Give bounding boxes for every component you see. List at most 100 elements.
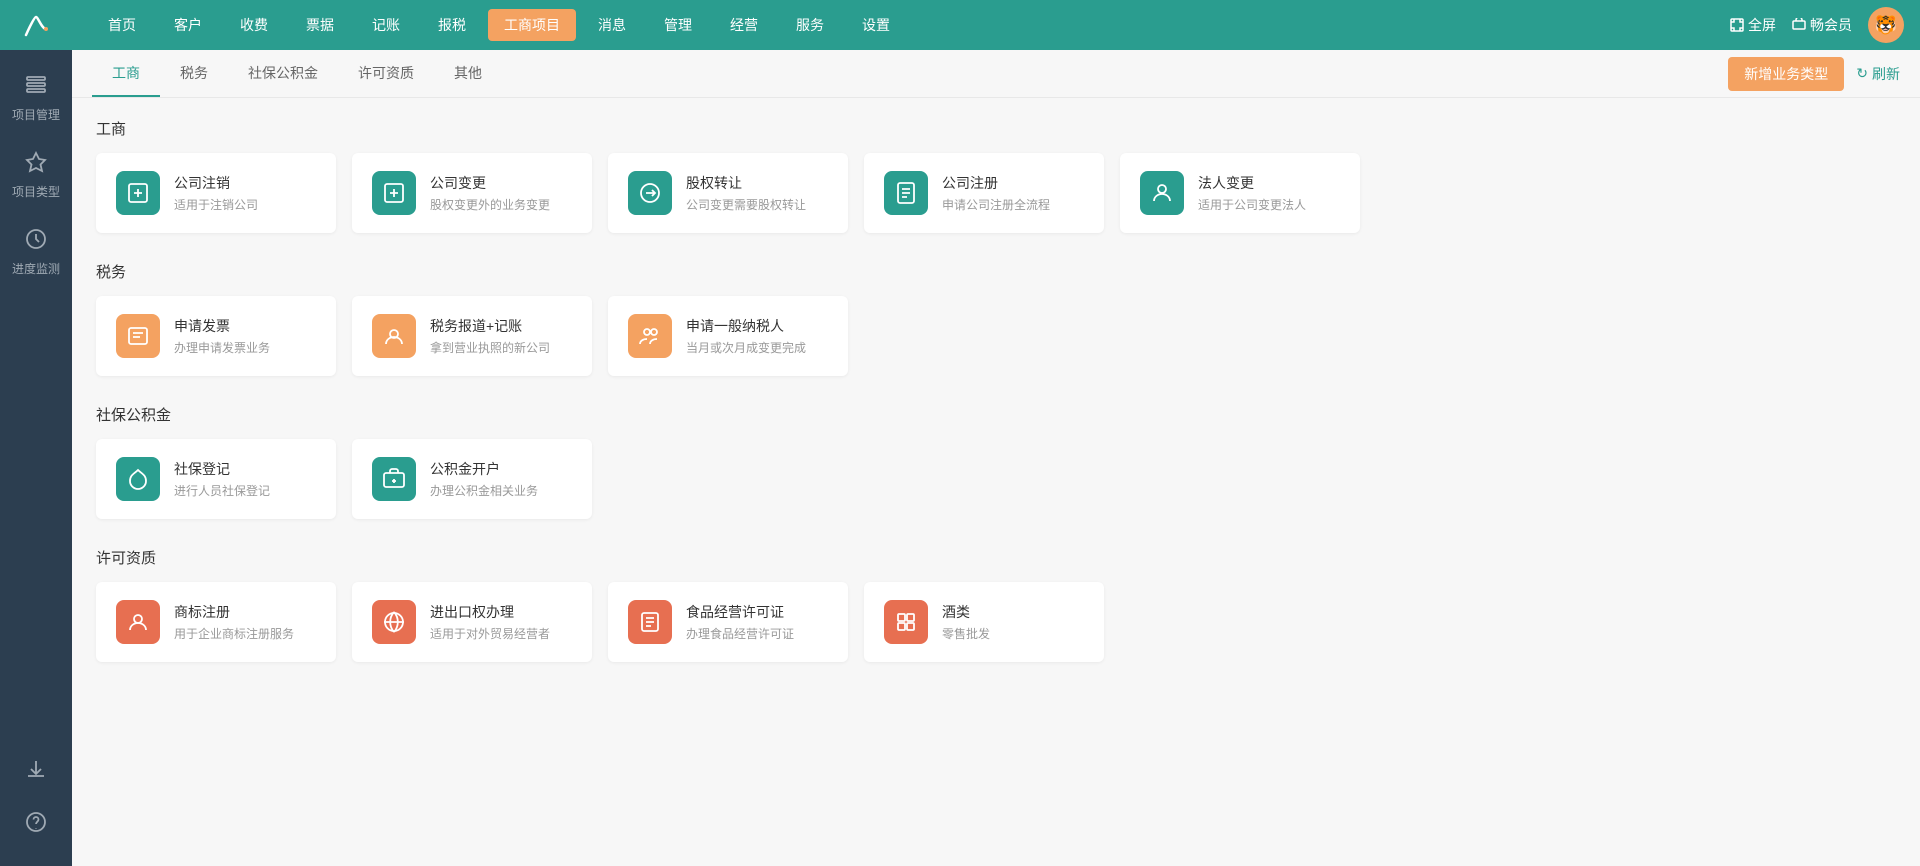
nav-message[interactable]: 消息 <box>582 9 642 41</box>
card-desc-apply-invoice: 办理申请发票业务 <box>174 339 270 356</box>
new-type-button[interactable]: 新增业务类型 <box>1728 57 1844 91</box>
sidebar-bottom <box>0 744 72 866</box>
nav-home[interactable]: 首页 <box>92 9 152 41</box>
card-tax-report[interactable]: 税务报道+记账 拿到营业执照的新公司 <box>352 296 592 376</box>
card-trademark[interactable]: 商标注册 用于企业商标注册服务 <box>96 582 336 662</box>
refresh-icon: ↻ <box>1856 65 1868 82</box>
download-icon <box>25 758 47 783</box>
user-avatar[interactable]: 🐯 <box>1868 7 1904 43</box>
tab-other[interactable]: 其他 <box>434 51 502 97</box>
card-legal-change[interactable]: 法人变更 适用于公司变更法人 <box>1120 153 1360 233</box>
sidebar-help[interactable] <box>0 797 72 850</box>
card-icon-liquor <box>884 600 928 644</box>
section-title-shebao: 社保公积金 <box>96 404 1896 425</box>
card-text-food-license: 食品经营许可证 办理食品经营许可证 <box>686 602 794 642</box>
card-text-provident-fund: 公积金开户 办理公积金相关业务 <box>430 459 538 499</box>
card-company-cancel[interactable]: 公司注销 适用于注销公司 <box>96 153 336 233</box>
card-general-taxpayer[interactable]: 申请一般纳税人 当月或次月成变更完成 <box>608 296 848 376</box>
card-import-export[interactable]: 进出口权办理 适用于对外贸易经营者 <box>352 582 592 662</box>
card-title-company-change: 公司变更 <box>430 173 550 193</box>
card-text-legal-change: 法人变更 适用于公司变更法人 <box>1198 173 1306 213</box>
nav-accounting[interactable]: 记账 <box>356 9 416 41</box>
fullscreen-button[interactable]: 全屏 <box>1730 15 1776 35</box>
top-right-actions: 全屏 畅会员 🐯 <box>1730 7 1904 43</box>
progress-icon <box>25 228 47 256</box>
content-area: 工商 税务 社保公积金 许可资质 其他 新增业务类型 ↻ 刷新 工商 <box>72 50 1920 866</box>
card-desc-legal-change: 适用于公司变更法人 <box>1198 196 1306 213</box>
card-desc-company-cancel: 适用于注销公司 <box>174 196 258 213</box>
nav-business[interactable]: 工商项目 <box>488 9 576 41</box>
card-liquor[interactable]: 酒类 零售批发 <box>864 582 1104 662</box>
project-manage-icon <box>25 74 47 102</box>
section-xuke: 许可资质 商标注册 用于企业商标注册服务 <box>96 547 1896 662</box>
card-desc-import-export: 适用于对外贸易经营者 <box>430 625 550 642</box>
card-desc-equity-transfer: 公司变更需要股权转让 <box>686 196 806 213</box>
card-icon-company-register <box>884 171 928 215</box>
sidebar-item-progress[interactable]: 进度监测 <box>0 214 72 291</box>
card-equity-transfer[interactable]: 股权转让 公司变更需要股权转让 <box>608 153 848 233</box>
sidebar-download[interactable] <box>0 744 72 797</box>
member-button[interactable]: 畅会员 <box>1792 15 1852 35</box>
card-text-tax-report: 税务报道+记账 拿到营业执照的新公司 <box>430 316 550 356</box>
tab-gongshang[interactable]: 工商 <box>92 51 160 97</box>
card-desc-tax-report: 拿到营业执照的新公司 <box>430 339 550 356</box>
cards-grid-shebao: 社保登记 进行人员社保登记 公积金开户 办理公积金相关业务 <box>96 439 1896 519</box>
sidebar-label-project-type: 项目类型 <box>12 183 60 200</box>
card-icon-trademark <box>116 600 160 644</box>
card-text-trademark: 商标注册 用于企业商标注册服务 <box>174 602 294 642</box>
section-shebao: 社保公积金 社保登记 进行人员社保登记 <box>96 404 1896 519</box>
refresh-button[interactable]: ↻ 刷新 <box>1856 64 1900 84</box>
nav-ticket[interactable]: 票据 <box>290 9 350 41</box>
tab-shebao[interactable]: 社保公积金 <box>228 51 338 97</box>
card-icon-general-taxpayer <box>628 314 672 358</box>
card-desc-general-taxpayer: 当月或次月成变更完成 <box>686 339 806 356</box>
card-title-food-license: 食品经营许可证 <box>686 602 794 622</box>
card-icon-equity-transfer <box>628 171 672 215</box>
card-social-insurance[interactable]: 社保登记 进行人员社保登记 <box>96 439 336 519</box>
nav-manage[interactable]: 管理 <box>648 9 708 41</box>
nav-customer[interactable]: 客户 <box>158 9 218 41</box>
card-desc-social-insurance: 进行人员社保登记 <box>174 482 270 499</box>
section-gongshang: 工商 公司注销 适用于注销公司 <box>96 118 1896 233</box>
section-title-xuke: 许可资质 <box>96 547 1896 568</box>
card-desc-trademark: 用于企业商标注册服务 <box>174 625 294 642</box>
card-icon-legal-change <box>1140 171 1184 215</box>
card-title-import-export: 进出口权办理 <box>430 602 550 622</box>
card-title-equity-transfer: 股权转让 <box>686 173 806 193</box>
tabs-actions: 新增业务类型 ↻ 刷新 <box>1728 57 1900 91</box>
card-text-import-export: 进出口权办理 适用于对外贸易经营者 <box>430 602 550 642</box>
card-company-register[interactable]: 公司注册 申请公司注册全流程 <box>864 153 1104 233</box>
tab-shuiwu[interactable]: 税务 <box>160 51 228 97</box>
card-text-apply-invoice: 申请发票 办理申请发票业务 <box>174 316 270 356</box>
nav-operation[interactable]: 经营 <box>714 9 774 41</box>
sidebar-label-progress: 进度监测 <box>12 260 60 277</box>
card-title-general-taxpayer: 申请一般纳税人 <box>686 316 806 336</box>
nav-service[interactable]: 服务 <box>780 9 840 41</box>
card-icon-provident-fund <box>372 457 416 501</box>
cards-grid-shuiwu: 申请发票 办理申请发票业务 税务报道+记账 拿到营业执照的新公司 <box>96 296 1896 376</box>
card-food-license[interactable]: 食品经营许可证 办理食品经营许可证 <box>608 582 848 662</box>
cards-grid-xuke: 商标注册 用于企业商标注册服务 进出口权办理 适用于对外贸易经营者 <box>96 582 1896 662</box>
top-navigation: 首页 客户 收费 票据 记账 报税 工商项目 消息 管理 经营 服务 设置 全屏… <box>0 0 1920 50</box>
card-desc-company-register: 申请公司注册全流程 <box>942 196 1050 213</box>
nav-tax[interactable]: 报税 <box>422 9 482 41</box>
section-title-shuiwu: 税务 <box>96 261 1896 282</box>
card-company-change[interactable]: 公司变更 股权变更外的业务变更 <box>352 153 592 233</box>
tab-xuke[interactable]: 许可资质 <box>338 51 434 97</box>
card-title-legal-change: 法人变更 <box>1198 173 1306 193</box>
card-desc-food-license: 办理食品经营许可证 <box>686 625 794 642</box>
card-provident-fund[interactable]: 公积金开户 办理公积金相关业务 <box>352 439 592 519</box>
nav-fee[interactable]: 收费 <box>224 9 284 41</box>
card-title-tax-report: 税务报道+记账 <box>430 316 550 336</box>
card-text-liquor: 酒类 零售批发 <box>942 602 990 642</box>
nav-settings[interactable]: 设置 <box>846 9 906 41</box>
card-text-company-change: 公司变更 股权变更外的业务变更 <box>430 173 550 213</box>
cards-grid-gongshang: 公司注销 适用于注销公司 公司变更 股权变更外的业务变更 <box>96 153 1896 233</box>
card-title-liquor: 酒类 <box>942 602 990 622</box>
card-apply-invoice[interactable]: 申请发票 办理申请发票业务 <box>96 296 336 376</box>
sidebar-item-project-manage[interactable]: 项目管理 <box>0 60 72 137</box>
sidebar-item-project-type[interactable]: 项目类型 <box>0 137 72 214</box>
section-shuiwu: 税务 申请发票 办理申请发票业务 <box>96 261 1896 376</box>
card-desc-liquor: 零售批发 <box>942 625 990 642</box>
card-icon-company-cancel <box>116 171 160 215</box>
